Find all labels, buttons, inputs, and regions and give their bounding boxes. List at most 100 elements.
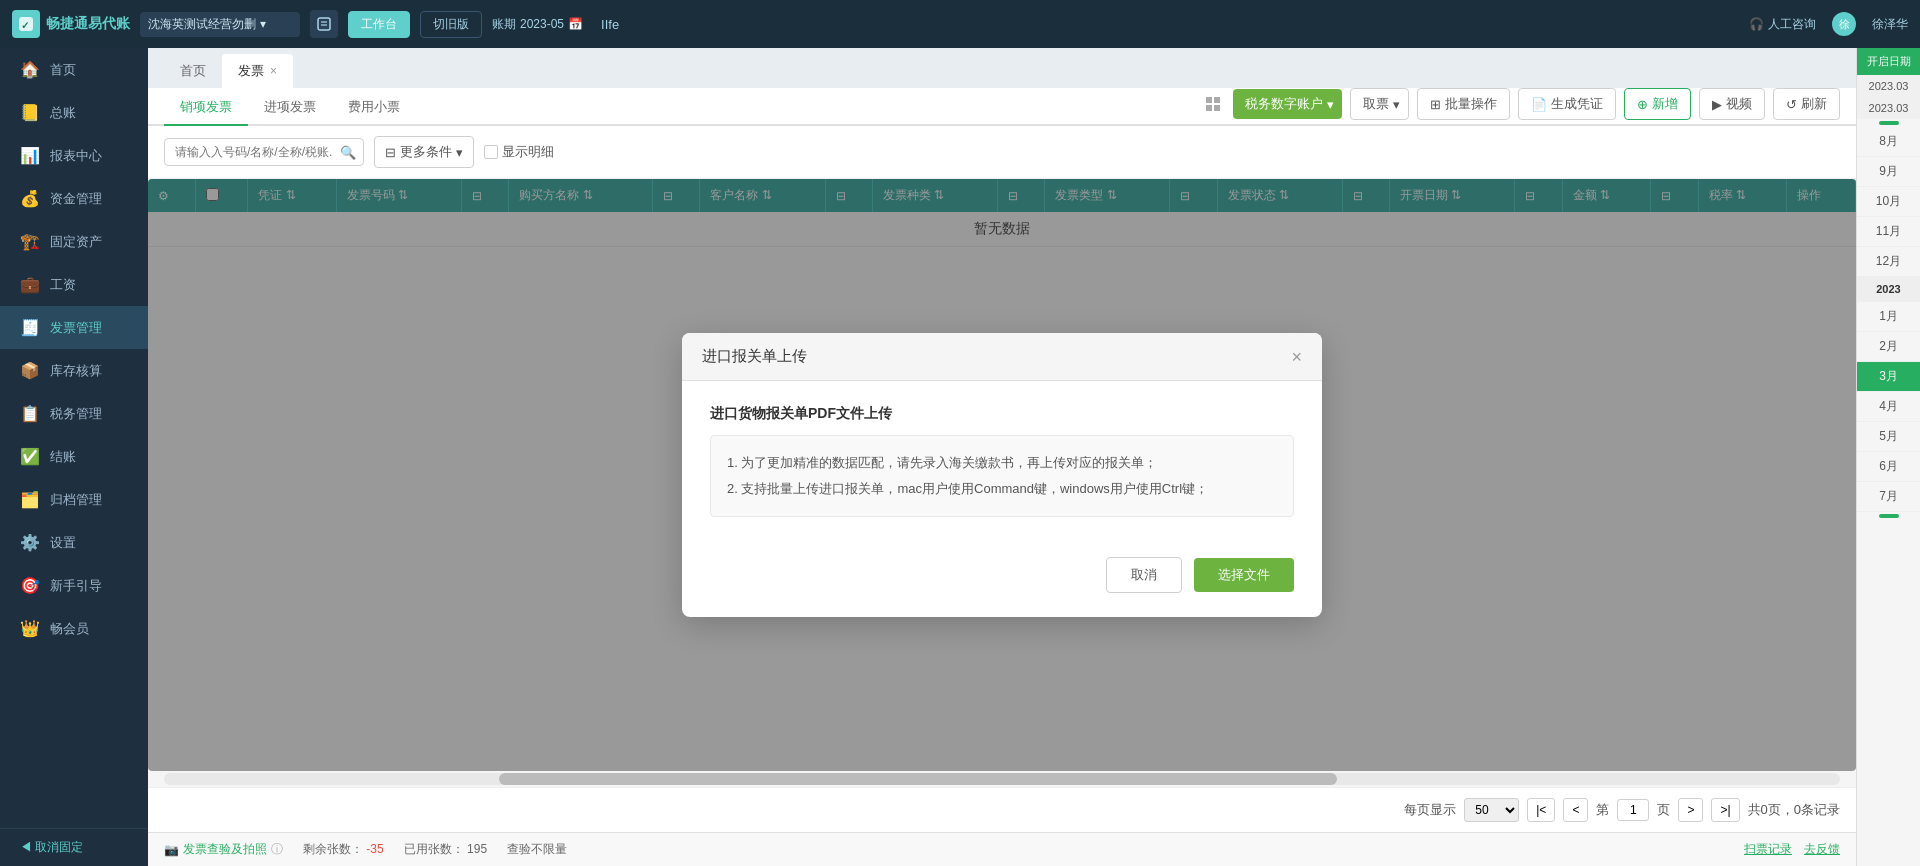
open-date-btn[interactable]: 开启日期 <box>1857 48 1920 75</box>
show-detail-toggle[interactable]: 显示明细 <box>484 143 554 161</box>
page-size-select[interactable]: 50 20 100 <box>1464 798 1519 822</box>
cancel-invoice-label: 取票 <box>1363 95 1389 113</box>
filter-label: 更多条件 <box>400 143 452 161</box>
period-item-12[interactable]: 12月 <box>1857 247 1920 277</box>
tax-account-btn[interactable]: 税务数字账户 ▾ <box>1233 89 1342 119</box>
scrollbar-thumb[interactable] <box>499 773 1337 785</box>
workspace-btn[interactable]: 工作台 <box>348 11 410 38</box>
sidebar-label-settings: 设置 <box>50 534 76 552</box>
refresh-btn[interactable]: ↺ 刷新 <box>1773 88 1840 120</box>
detected-text: IIfe <box>593 13 627 36</box>
sidebar-item-home[interactable]: 🏠 首页 <box>0 48 148 91</box>
sidebar-item-archive[interactable]: 🗂️ 归档管理 <box>0 478 148 521</box>
invoice-check-label: 发票查验及拍照 <box>183 841 267 858</box>
sidebar-item-tax[interactable]: 📋 税务管理 <box>0 392 148 435</box>
show-detail-checkbox[interactable] <box>484 145 498 159</box>
sidebar-item-ledger[interactable]: 📒 总账 <box>0 91 148 134</box>
show-detail-label: 显示明细 <box>502 143 554 161</box>
modal-title: 进口报关单上传 <box>702 347 807 366</box>
period-item-11[interactable]: 11月 <box>1857 217 1920 247</box>
vip-icon: 👑 <box>20 619 40 638</box>
next-page-btn[interactable]: > <box>1678 798 1703 822</box>
sidebar-item-asset[interactable]: 🏗️ 固定资产 <box>0 220 148 263</box>
tab-invoice-close[interactable]: × <box>270 64 277 78</box>
sidebar-label-tax: 税务管理 <box>50 405 102 423</box>
unpin-sidebar-btn[interactable]: ◀ 取消固定 <box>0 828 148 866</box>
calendar-icon[interactable]: 📅 <box>568 17 583 31</box>
company-icon-btn[interactable] <box>310 10 338 38</box>
invoice-check-link[interactable]: 📷 发票查验及拍照 ⓘ <box>164 841 283 858</box>
cancel-invoice-btn[interactable]: 取票 ▾ <box>1350 88 1409 120</box>
sidebar-item-wage[interactable]: 💼 工资 <box>0 263 148 306</box>
modal-overlay[interactable]: 进口报关单上传 × 进口货物报关单PDF文件上传 1. 为了更加精准的数据匹配，… <box>148 179 1856 771</box>
period-item-6[interactable]: 6月 <box>1857 452 1920 482</box>
sidebar-item-invoice[interactable]: 🧾 发票管理 <box>0 306 148 349</box>
sidebar-label-fund: 资金管理 <box>50 190 102 208</box>
sidebar-item-vip[interactable]: 👑 畅会员 <box>0 607 148 650</box>
sidebar-item-fund[interactable]: 💰 资金管理 <box>0 177 148 220</box>
sidebar-item-stock[interactable]: 📦 库存核算 <box>0 349 148 392</box>
search-input-wrap: 🔍 <box>164 138 364 166</box>
page-footer: 📷 发票查验及拍照 ⓘ 剩余张数： -35 已用张数： 195 查验不限量 扫 <box>148 832 1856 866</box>
search-input[interactable] <box>164 138 364 166</box>
feedback-link[interactable]: 去反馈 <box>1804 841 1840 858</box>
sidebar-label-invoice: 发票管理 <box>50 319 102 337</box>
prev-page-btn[interactable]: < <box>1563 798 1588 822</box>
sub-tab-sales[interactable]: 销项发票 <box>164 90 248 126</box>
page-number-input[interactable] <box>1617 799 1649 821</box>
import-modal: 进口报关单上传 × 进口货物报关单PDF文件上传 1. 为了更加精准的数据匹配，… <box>682 333 1322 617</box>
filter-arrow: ▾ <box>456 145 463 160</box>
chevron-down-icon: ▾ <box>260 17 266 31</box>
tab-home[interactable]: 首页 <box>164 54 222 88</box>
sidebar-item-settings[interactable]: ⚙️ 设置 <box>0 521 148 564</box>
sidebar-item-report[interactable]: 📊 报表中心 <box>0 134 148 177</box>
sidebar-item-settle[interactable]: ✅ 结账 <box>0 435 148 478</box>
wage-icon: 💼 <box>20 275 40 294</box>
svg-rect-2 <box>318 18 330 30</box>
period-item-7[interactable]: 7月 <box>1857 482 1920 512</box>
switch-version-btn[interactable]: 切旧版 <box>420 11 482 38</box>
period-item-3[interactable]: 3月 <box>1857 362 1920 392</box>
period-item-2[interactable]: 2月 <box>1857 332 1920 362</box>
period-panel: 开启日期 2023.03 2023.03 8月 9月 10月 11月 12月 2… <box>1856 48 1920 866</box>
modal-cancel-btn[interactable]: 取消 <box>1106 557 1182 593</box>
modal-info-item-1: 1. 为了更加精准的数据匹配，请先录入海关缴款书，再上传对应的报关单； <box>727 450 1277 476</box>
total-info: 共0页，0条记录 <box>1748 801 1840 819</box>
video-btn[interactable]: ▶ 视频 <box>1699 88 1765 120</box>
tab-invoice[interactable]: 发票 × <box>222 54 293 88</box>
grid-view-btn[interactable] <box>1201 92 1225 116</box>
support-btn[interactable]: 🎧 人工咨询 <box>1749 16 1816 33</box>
sub-tab-purchase-label: 进项发票 <box>264 99 316 114</box>
period-item-4[interactable]: 4月 <box>1857 392 1920 422</box>
modal-confirm-btn[interactable]: 选择文件 <box>1194 558 1294 592</box>
gen-voucher-icon: 📄 <box>1531 97 1547 112</box>
first-page-btn[interactable]: |< <box>1527 798 1555 822</box>
bind-record-link[interactable]: 扫票记录 <box>1744 841 1792 858</box>
archive-icon: 🗂️ <box>20 490 40 509</box>
batch-op-btn[interactable]: ⊞ 批量操作 <box>1417 88 1510 120</box>
period-item-10[interactable]: 10月 <box>1857 187 1920 217</box>
tax-account-arrow: ▾ <box>1327 97 1334 112</box>
period-item-1[interactable]: 1月 <box>1857 302 1920 332</box>
tab-bar: 首页 发票 × <box>148 48 1856 88</box>
period-label: 账期 <box>492 16 516 33</box>
pagination: 每页显示 50 20 100 |< < 第 页 > >| 共0页，0条记录 <box>148 787 1856 832</box>
sidebar-item-guide[interactable]: 🎯 新手引导 <box>0 564 148 607</box>
filter-btn[interactable]: ⊟ 更多条件 ▾ <box>374 136 474 168</box>
period-info: 账期 2023-05 📅 <box>492 16 583 33</box>
period-item-5[interactable]: 5月 <box>1857 422 1920 452</box>
sub-tab-expense[interactable]: 费用小票 <box>332 90 416 126</box>
company-selector[interactable]: 沈海英测试经营勿删 ▾ <box>140 12 300 37</box>
svg-rect-5 <box>1206 97 1212 103</box>
period-item-8[interactable]: 8月 <box>1857 127 1920 157</box>
modal-footer: 取消 选择文件 <box>682 541 1322 617</box>
period-item-9[interactable]: 9月 <box>1857 157 1920 187</box>
horizontal-scrollbar[interactable] <box>148 771 1856 787</box>
gen-voucher-btn[interactable]: 📄 生成凭证 <box>1518 88 1616 120</box>
modal-close-btn[interactable]: × <box>1291 348 1302 366</box>
add-invoice-btn[interactable]: ⊕ 新增 <box>1624 88 1691 120</box>
search-area: 🔍 ⊟ 更多条件 ▾ 显示明细 <box>148 126 1856 179</box>
last-page-btn[interactable]: >| <box>1711 798 1739 822</box>
logo-icon: ✓ <box>12 10 40 38</box>
sub-tab-purchase[interactable]: 进项发票 <box>248 90 332 126</box>
